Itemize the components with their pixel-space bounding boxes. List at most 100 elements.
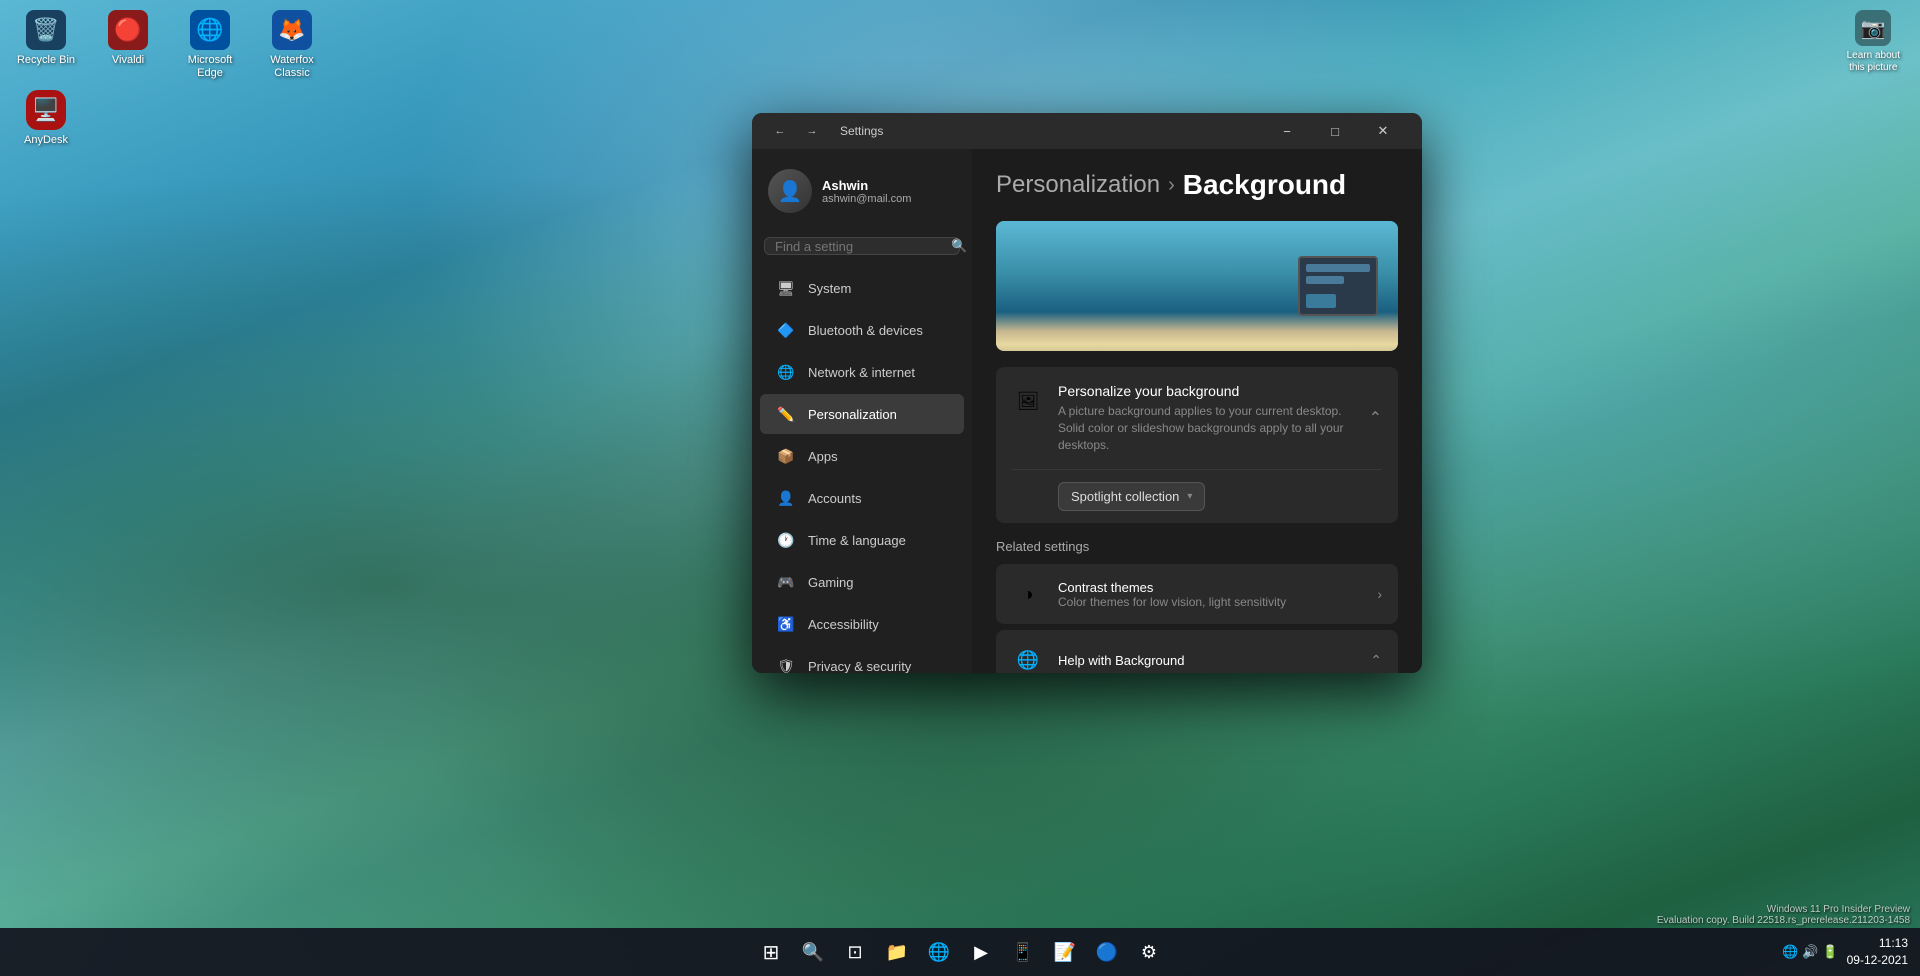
user-info: Ashwin ashwin@mail.com (822, 178, 911, 205)
personalize-chevron[interactable]: ⌃ (1369, 408, 1382, 428)
help-icon: 🌐 (1012, 644, 1044, 673)
recycle-bin-label: Recycle Bin (17, 54, 75, 67)
desktop-icon-waterfox[interactable]: 🦊 Waterfox Classic (256, 10, 328, 80)
user-name: Ashwin (822, 178, 911, 193)
vivaldi-label: Vivaldi (112, 54, 144, 67)
breadcrumb-current: Background (1183, 169, 1346, 201)
sidebar-item-privacy[interactable]: 🛡 Privacy & security (760, 646, 964, 673)
personalize-icon: 🖼 (1012, 385, 1044, 417)
back-button[interactable]: ← (768, 119, 792, 143)
system-info-line1: Windows 11 Pro Insider Preview (1657, 904, 1910, 915)
network-tray-icon[interactable]: 🌐 (1782, 944, 1798, 960)
breadcrumb-parent[interactable]: Personalization (996, 171, 1160, 199)
system-icon: 🖥 (776, 278, 796, 298)
search-icon: 🔍 (951, 238, 967, 254)
edge-label: Microsoft Edge (174, 54, 246, 80)
sidebar-item-network[interactable]: 🌐 Network & internet (760, 352, 964, 392)
title-bar: ← → Settings − □ ✕ (752, 113, 1422, 149)
battery-icon[interactable]: 🔋 (1822, 944, 1838, 960)
avatar: 👤 (768, 169, 812, 213)
personalize-header: 🖼 Personalize your background A picture … (996, 367, 1398, 469)
time-label: Time & language (808, 533, 906, 548)
taskbar-media[interactable]: ▶ (963, 934, 999, 970)
taskbar-system-tray: 🌐 🔊 🔋 (1782, 944, 1839, 960)
system-info-line2: Evaluation copy. Build 22518.rs_prerelea… (1657, 915, 1910, 926)
user-email: ashwin@mail.com (822, 193, 911, 205)
sidebar-item-system[interactable]: 🖥 System (760, 268, 964, 308)
search-input[interactable] (775, 239, 951, 254)
taskbar-browser2[interactable]: 🔵 (1089, 934, 1125, 970)
contrast-themes-title: Contrast themes (1058, 580, 1363, 595)
maximize-button[interactable]: □ (1312, 113, 1358, 149)
contrast-themes-icon: ◑ (1012, 578, 1044, 610)
learn-about-label: Learn aboutthis picture (1847, 50, 1900, 74)
network-label: Network & internet (808, 365, 915, 380)
accounts-label: Accounts (808, 491, 861, 506)
taskbar-edge[interactable]: 🌐 (921, 934, 957, 970)
dropdown-chevron-icon: ▾ (1187, 491, 1192, 502)
start-button[interactable]: ⊞ (753, 934, 789, 970)
background-type-dropdown[interactable]: Spotlight collection ▾ (1058, 482, 1205, 511)
minimize-button[interactable]: − (1264, 113, 1310, 149)
monitor-line-2 (1306, 276, 1344, 284)
apps-icon: 📦 (776, 446, 796, 466)
taskbar-task-view[interactable]: ⊡ (837, 934, 873, 970)
accessibility-icon: ♿ (776, 614, 796, 634)
gaming-icon: 🎮 (776, 572, 796, 592)
desktop-icon-recycle-bin[interactable]: 🗑️ Recycle Bin (10, 10, 82, 80)
related-settings-title: Related settings (996, 539, 1398, 554)
icon-row-1: 🗑️ Recycle Bin 🔴 Vivaldi 🌐 Microsoft Edg… (10, 10, 328, 80)
apps-label: Apps (808, 449, 838, 464)
help-header[interactable]: 🌐 Help with Background ⌃ (996, 630, 1398, 673)
sidebar-item-gaming[interactable]: 🎮 Gaming (760, 562, 964, 602)
contrast-themes-item[interactable]: ◑ Contrast themes Color themes for low v… (996, 564, 1398, 624)
desktop-icons: 🗑️ Recycle Bin 🔴 Vivaldi 🌐 Microsoft Edg… (10, 10, 328, 148)
privacy-icon: 🛡 (776, 656, 796, 673)
date-display: 09-12-2021 (1847, 952, 1908, 969)
taskbar-phone[interactable]: 📱 (1005, 934, 1041, 970)
volume-icon[interactable]: 🔊 (1802, 944, 1818, 960)
personalization-icon: ✏️ (776, 404, 796, 424)
monitor-line-1 (1306, 264, 1370, 272)
desktop-icon-edge[interactable]: 🌐 Microsoft Edge (174, 10, 246, 80)
user-profile[interactable]: 👤 Ashwin ashwin@mail.com (752, 157, 972, 225)
icon-row-2: 🖥️ AnyDesk (10, 90, 328, 147)
settings-main: Personalization › Background (972, 149, 1422, 673)
help-section: 🌐 Help with Background ⌃ (996, 630, 1398, 673)
close-button[interactable]: ✕ (1360, 113, 1406, 149)
personalization-label: Personalization (808, 407, 897, 422)
preview-monitor (1298, 256, 1378, 316)
privacy-label: Privacy & security (808, 659, 911, 674)
breadcrumb: Personalization › Background (996, 169, 1398, 201)
sidebar-item-accounts[interactable]: 👤 Accounts (760, 478, 964, 518)
help-title: Help with Background (1058, 653, 1356, 668)
sidebar-item-accessibility[interactable]: ♿ Accessibility (760, 604, 964, 644)
desktop-icon-anydesk[interactable]: 🖥️ AnyDesk (10, 90, 82, 147)
taskbar-center: ⊞ 🔍 ⊡ 📁 🌐 ▶ 📱 📝 🔵 ⚙ (753, 934, 1167, 970)
sidebar-item-time-language[interactable]: 🕐 Time & language (760, 520, 964, 560)
desktop-icon-vivaldi[interactable]: 🔴 Vivaldi (92, 10, 164, 80)
taskbar-search[interactable]: 🔍 (795, 934, 831, 970)
desktop: 🗑️ Recycle Bin 🔴 Vivaldi 🌐 Microsoft Edg… (0, 0, 1920, 976)
sidebar-item-personalization[interactable]: ✏️ Personalization (760, 394, 964, 434)
sidebar-item-apps[interactable]: 📦 Apps (760, 436, 964, 476)
bluetooth-label: Bluetooth & devices (808, 323, 923, 338)
personalize-title: Personalize your background (1058, 383, 1355, 399)
sidebar-item-bluetooth[interactable]: 🔷 Bluetooth & devices (760, 310, 964, 350)
forward-button[interactable]: → (800, 119, 824, 143)
learn-about-picture[interactable]: 📷 Learn aboutthis picture (1847, 10, 1900, 74)
title-bar-nav: ← → Settings (768, 119, 1264, 143)
search-box[interactable]: 🔍 (764, 237, 960, 255)
taskbar-settings-icon[interactable]: ⚙ (1131, 934, 1167, 970)
taskbar-clock[interactable]: 11:13 09-12-2021 (1847, 935, 1908, 969)
accounts-icon: 👤 (776, 488, 796, 508)
accessibility-label: Accessibility (808, 617, 879, 632)
time-display: 11:13 (1847, 935, 1908, 952)
settings-body: 👤 Ashwin ashwin@mail.com 🔍 🖥 System (752, 149, 1422, 673)
personalize-desc: A picture background applies to your cur… (1058, 403, 1355, 453)
taskbar: ⊞ 🔍 ⊡ 📁 🌐 ▶ 📱 📝 🔵 ⚙ 🌐 🔊 🔋 11:13 09-12-20… (0, 928, 1920, 976)
taskbar-notepad[interactable]: 📝 (1047, 934, 1083, 970)
settings-sidebar: 👤 Ashwin ashwin@mail.com 🔍 🖥 System (752, 149, 972, 673)
help-chevron-icon: ⌃ (1370, 652, 1382, 669)
taskbar-file-explorer[interactable]: 📁 (879, 934, 915, 970)
